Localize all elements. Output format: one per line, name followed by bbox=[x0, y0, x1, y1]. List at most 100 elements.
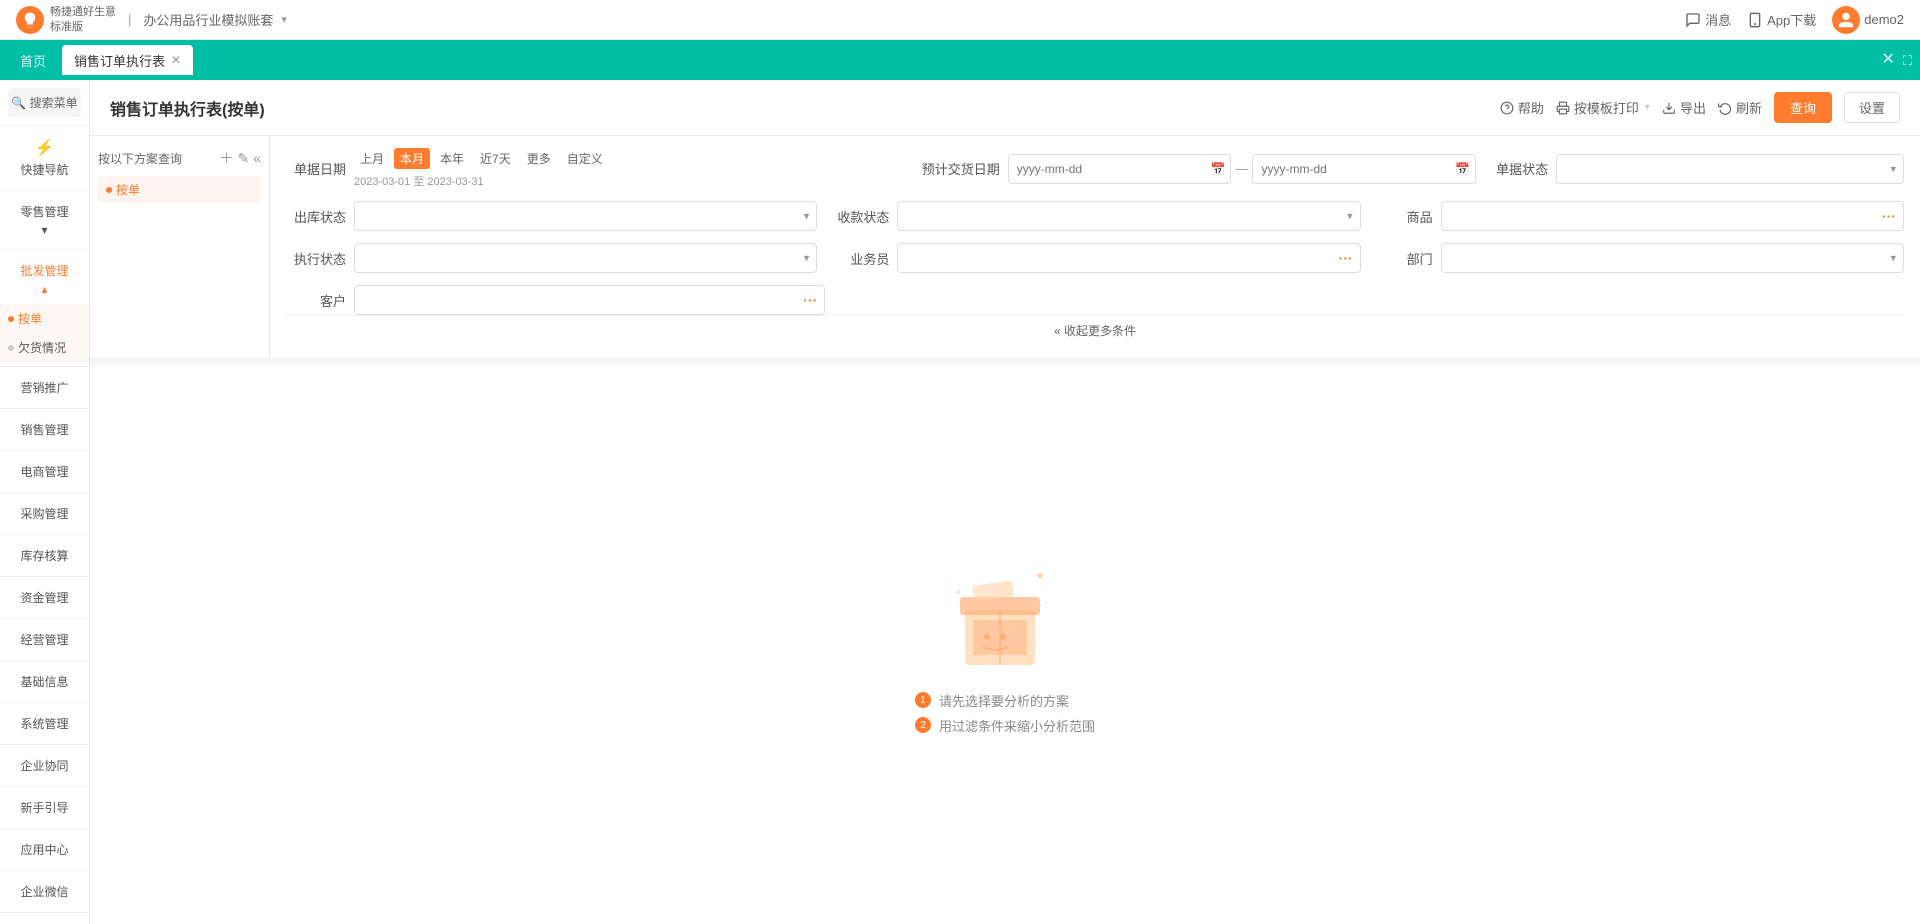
customer-input[interactable] bbox=[354, 285, 825, 315]
main-layout: 🔍 搜索菜单 ⚡ 快捷导航 零售管理 ▾ 批发管理 ▴ 按单 bbox=[0, 80, 1920, 924]
filter-field-dept: 部门 bbox=[1373, 243, 1904, 273]
print-button[interactable]: 按模板打印 ▾ bbox=[1556, 98, 1650, 117]
app-download-button[interactable]: App下载 bbox=[1747, 10, 1816, 29]
sidebar-item-operations[interactable]: 经营管理 bbox=[0, 623, 89, 656]
scheme-add-button[interactable]: ＋ bbox=[219, 148, 233, 168]
active-dot-icon bbox=[8, 316, 14, 322]
doc-status-select[interactable] bbox=[1556, 154, 1904, 184]
out-status-label: 出库状态 bbox=[286, 207, 346, 226]
goods-input[interactable] bbox=[1441, 201, 1904, 231]
export-button[interactable]: 导出 bbox=[1662, 98, 1706, 117]
filter-row-2: 出库状态 收款状态 bbox=[286, 201, 1904, 231]
salesperson-search-icon[interactable]: ··· bbox=[1335, 250, 1357, 266]
goods-search-icon[interactable]: ··· bbox=[1878, 208, 1900, 224]
content-area: 销售订单执行表(按单) 帮助 按模板打印 ▾ 导出 刷新 bbox=[90, 80, 1920, 924]
tab-maximize-button[interactable]: ⛶ bbox=[1903, 54, 1912, 67]
sidebar-item-retail[interactable]: 零售管理 ▾ bbox=[0, 195, 89, 245]
date-tab-prev-month[interactable]: 上月 bbox=[354, 148, 390, 169]
refresh-button[interactable]: 刷新 bbox=[1718, 98, 1762, 117]
filter-field-salesperson: 业务员 ··· bbox=[829, 243, 1360, 273]
sidebar-item-newbie[interactable]: 新手引导 bbox=[0, 791, 89, 824]
sidebar-item-purchase[interactable]: 采购管理 bbox=[0, 497, 89, 530]
sidebar-item-enterprise[interactable]: 企业协同 bbox=[0, 749, 89, 782]
date-tab-curr-year[interactable]: 本年 bbox=[434, 148, 470, 169]
query-button[interactable]: 查询 bbox=[1774, 92, 1832, 123]
page-header: 销售订单执行表(按单) 帮助 按模板打印 ▾ 导出 刷新 bbox=[90, 80, 1920, 136]
tab-close-icon[interactable]: ✕ bbox=[171, 54, 181, 66]
sidebar-system-section: 系统管理 bbox=[0, 703, 89, 745]
sidebar-item-wholesale[interactable]: 批发管理 ▴ bbox=[0, 254, 89, 304]
tab-sales-exec[interactable]: 销售订单执行表 ✕ bbox=[62, 45, 193, 75]
filter-field-customer: 客户 ··· bbox=[286, 285, 825, 315]
goods-label: 商品 bbox=[1373, 207, 1433, 226]
estimated-date-end-wrapper bbox=[1252, 154, 1476, 184]
dept-label: 部门 bbox=[1373, 249, 1433, 268]
sidebar-item-system[interactable]: 系统管理 bbox=[0, 707, 89, 740]
filter-field-doc-status: 单据状态 bbox=[1488, 154, 1904, 184]
date-field-label: 单据日期 bbox=[286, 159, 346, 178]
scheme-collapse-button[interactable]: « bbox=[253, 150, 261, 166]
filter-row-3: 执行状态 业务员 ··· bbox=[286, 243, 1904, 273]
collapse-bar[interactable]: « 收起更多条件 bbox=[286, 315, 1904, 345]
svg-text:✦: ✦ bbox=[955, 588, 962, 597]
sidebar-sales-section: 销售管理 bbox=[0, 409, 89, 451]
user-menu[interactable]: demo2 bbox=[1832, 6, 1904, 34]
message-button[interactable]: 消息 bbox=[1685, 10, 1731, 29]
out-status-select[interactable] bbox=[354, 201, 817, 231]
filter-row-1: 单据日期 上月 本月 本年 近7天 更多 自定义 20 bbox=[286, 148, 1904, 189]
exec-status-select[interactable] bbox=[354, 243, 817, 273]
dept-select[interactable] bbox=[1441, 243, 1904, 273]
svg-text:✦: ✦ bbox=[1035, 569, 1045, 583]
tab-home[interactable]: 首页 bbox=[8, 45, 58, 75]
sidebar-item-app-center[interactable]: 应用中心 bbox=[0, 833, 89, 866]
sidebar-item-quick-nav[interactable]: ⚡ 快捷导航 bbox=[0, 130, 89, 186]
sidebar-operations-section: 经营管理 bbox=[0, 619, 89, 661]
estimated-date-end-input[interactable] bbox=[1252, 154, 1476, 184]
tab-close-all-button[interactable]: ✕ bbox=[1881, 52, 1894, 68]
estimated-date-start-input[interactable] bbox=[1008, 154, 1232, 184]
logo-text: 畅捷通好生意 标准版 bbox=[50, 5, 116, 34]
tab-bar-controls: ✕ ⛶ bbox=[1881, 52, 1912, 68]
date-tabs: 上月 本月 本年 近7天 更多 自定义 bbox=[354, 148, 910, 169]
sidebar-app-center-section: 应用中心 bbox=[0, 829, 89, 871]
sidebar-member-section: 畅会员 bbox=[0, 913, 89, 924]
goods-input-wrapper: ··· bbox=[1441, 201, 1904, 231]
sidebar-item-basic-info[interactable]: 基础信息 bbox=[0, 665, 89, 698]
sidebar-sub-item-order[interactable]: 按单 bbox=[0, 304, 89, 333]
doc-status-label: 单据状态 bbox=[1488, 159, 1548, 178]
filter-field-exec-status: 执行状态 bbox=[286, 243, 817, 273]
filter-field-goods: 商品 ··· bbox=[1373, 201, 1904, 231]
breadcrumb: | bbox=[128, 12, 131, 27]
scheme-item-order[interactable]: 按单 bbox=[98, 176, 261, 203]
settings-button[interactable]: 设置 bbox=[1844, 92, 1900, 123]
sidebar-item-ecommerce[interactable]: 电商管理 bbox=[0, 455, 89, 488]
sidebar-item-marketing[interactable]: 营销推广 bbox=[0, 371, 89, 404]
date-tab-curr-month[interactable]: 本月 bbox=[394, 148, 430, 169]
sidebar-retail-section: 零售管理 ▾ bbox=[0, 191, 89, 250]
breadcrumb-dropdown-icon[interactable]: ▾ bbox=[281, 13, 287, 26]
sidebar-sub-wholesale: 按单 欠货情况 bbox=[0, 304, 89, 362]
scheme-edit-button[interactable]: ✎ bbox=[237, 150, 249, 167]
sidebar-item-finance[interactable]: 资金管理 bbox=[0, 581, 89, 614]
page-header-actions: 帮助 按模板打印 ▾ 导出 刷新 查询 设置 bbox=[1500, 92, 1900, 135]
date-tab-more[interactable]: 更多 bbox=[521, 148, 557, 169]
sidebar-item-sales-mgmt[interactable]: 销售管理 bbox=[0, 413, 89, 446]
search-menu-button[interactable]: 🔍 搜索菜单 bbox=[8, 88, 81, 117]
breadcrumb-title[interactable]: 办公用品行业模拟账套 bbox=[143, 10, 273, 29]
customer-search-icon[interactable]: ··· bbox=[799, 292, 821, 308]
filter-row-4: 客户 ··· bbox=[286, 285, 1904, 315]
svg-text:•: • bbox=[1045, 600, 1048, 607]
sidebar-item-member[interactable]: 畅会员 bbox=[0, 917, 89, 924]
help-button[interactable]: 帮助 bbox=[1500, 98, 1544, 117]
scheme-panel-header: 按以下方案查询 ＋ ✎ « bbox=[98, 148, 261, 168]
collection-status-select[interactable] bbox=[897, 201, 1360, 231]
filter-inner: 按以下方案查询 ＋ ✎ « 按单 bbox=[90, 136, 1920, 357]
salesperson-input[interactable] bbox=[897, 243, 1360, 273]
empty-step-2: 2 用过滤条件来缩小分析范围 bbox=[915, 716, 1095, 735]
sidebar-enterprise-section: 企业协同 bbox=[0, 745, 89, 787]
sidebar-sub-item-debt[interactable]: 欠货情况 bbox=[0, 333, 89, 362]
date-tab-last7[interactable]: 近7天 bbox=[474, 148, 517, 169]
date-tab-custom[interactable]: 自定义 bbox=[561, 148, 609, 169]
sidebar-item-wechat[interactable]: 企业微信 bbox=[0, 875, 89, 908]
sidebar-item-inventory[interactable]: 库存核算 bbox=[0, 539, 89, 572]
